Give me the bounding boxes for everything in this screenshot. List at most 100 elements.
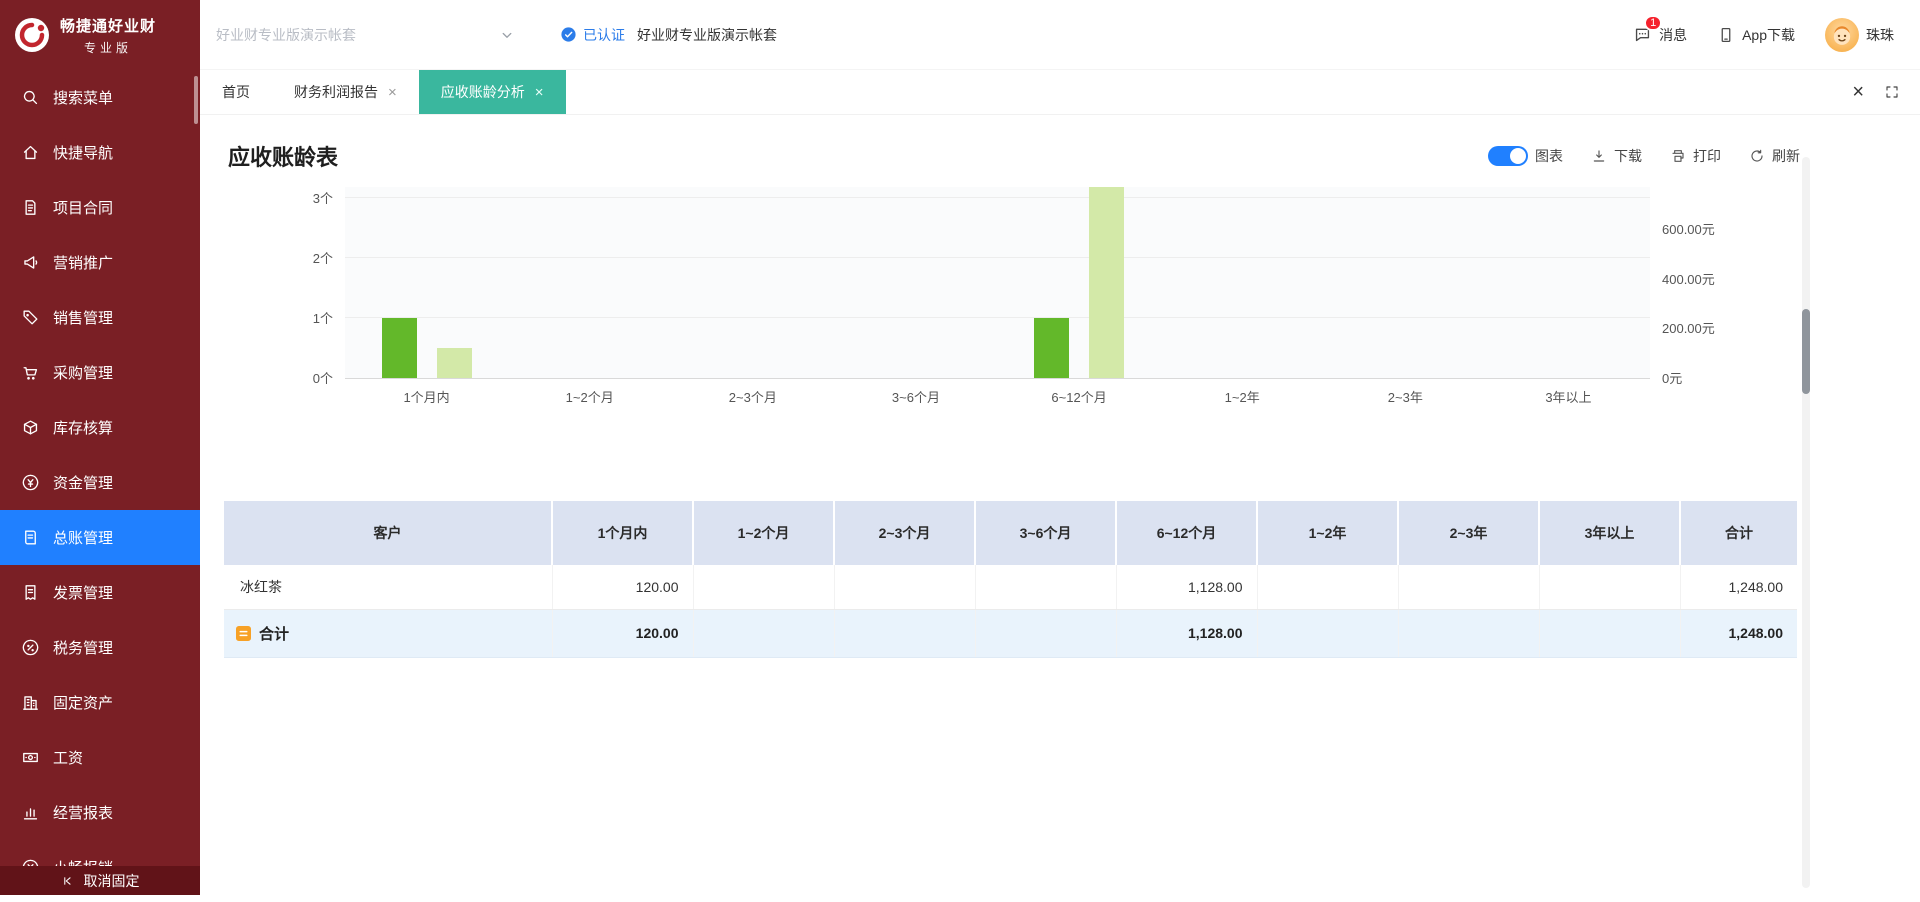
sidebar-scrollbar[interactable] <box>194 76 198 124</box>
topbar: 好业财专业版演示帐套 已认证 好业财专业版演示帐套 1 消息 App下载 珠珠 <box>200 0 1920 70</box>
tax-icon <box>22 639 39 656</box>
chart-category-slot <box>508 187 671 378</box>
sidebar-item-label: 固定资产 <box>53 695 114 712</box>
close-tab-icon[interactable]: × <box>388 85 397 100</box>
chart-category-slot <box>1324 187 1487 378</box>
table-header-cell: 1个月内 <box>552 501 694 565</box>
tab-actions: × <box>1852 70 1920 114</box>
x-axis-label: 1~2个月 <box>565 390 614 405</box>
sidebar-item-ledger[interactable]: 总账管理 <box>0 510 200 565</box>
collapse-left-icon <box>63 876 71 885</box>
phone-icon <box>1721 27 1731 42</box>
value-cell <box>1257 565 1399 610</box>
tab-list: 首页 财务利润报告 × 应收账龄分析 × <box>200 70 566 114</box>
sidebar-item-home[interactable]: 快捷导航 <box>0 125 200 180</box>
unpin-button[interactable]: 取消固定 <box>0 866 200 895</box>
total-value-cell <box>1257 609 1399 658</box>
sidebar-item-label: 税务管理 <box>53 640 114 657</box>
value-cell: 1,128.00 <box>1116 565 1258 610</box>
chart-category-slot <box>998 187 1161 378</box>
report-icon <box>23 808 38 820</box>
tab-label: 财务利润报告 <box>294 84 378 100</box>
logo-text: 畅捷通好业财 专业版 <box>60 15 156 56</box>
content-scrollbar[interactable] <box>1802 157 1810 888</box>
value-cell <box>1398 565 1540 610</box>
sidebar-item-expense[interactable]: 小畅报销 <box>0 840 200 866</box>
sidebar-item-label: 营销推广 <box>53 255 114 272</box>
tab-label: 应收账龄分析 <box>440 84 525 100</box>
tab-应收账龄分析[interactable]: 应收账龄分析 × <box>418 70 566 114</box>
table-header-cell: 客户 <box>224 501 553 565</box>
chart-category-slot <box>345 187 508 378</box>
fullscreen-icon[interactable] <box>1884 84 1900 100</box>
scrollbar-thumb[interactable] <box>1802 309 1810 394</box>
sidebar-item-sales[interactable]: 销售管理 <box>0 290 200 345</box>
chart-category-slot <box>671 187 834 378</box>
sidebar-item-inventory[interactable]: 库存核算 <box>0 400 200 455</box>
logo-icon <box>15 18 49 52</box>
sidebar-item-label: 发票管理 <box>53 585 114 602</box>
aging-chart: 0个 1个 2个 3个 0元 200.00元 400.00元 600.00元 1个月内 1~2… <box>224 187 1760 413</box>
total-row-label: 合计 <box>259 625 290 643</box>
value-cell <box>975 565 1117 610</box>
close-icon[interactable]: × <box>1852 82 1864 102</box>
value-cell <box>834 565 976 610</box>
ledger-icon <box>25 530 36 545</box>
account-name: 好业财专业版演示帐套 <box>637 26 777 43</box>
account-dropdown[interactable]: 好业财专业版演示帐套 <box>216 25 516 45</box>
print-icon <box>1672 150 1684 162</box>
y-axis-left: 0个 1个 2个 3个 <box>224 187 345 386</box>
chart-slots <box>345 187 1650 378</box>
x-axis-label: 6~12个月 <box>1051 390 1107 405</box>
sidebar-item-purchase[interactable]: 采购管理 <box>0 345 200 400</box>
page-title: 应收账龄表 <box>228 145 339 170</box>
payroll-icon <box>23 752 38 763</box>
sidebar-item-payroll[interactable]: 工资 <box>0 730 200 785</box>
messages-label: 消息 <box>1659 26 1688 43</box>
user-menu[interactable]: 珠珠 <box>1825 17 1894 52</box>
sidebar-item-report[interactable]: 经营报表 <box>0 785 200 840</box>
app-download-button[interactable]: App下载 <box>1717 25 1795 45</box>
value-cell <box>1539 565 1681 610</box>
chart-toggle[interactable] <box>1488 146 1528 166</box>
tab-首页[interactable]: 首页 <box>200 70 272 114</box>
app-download-label: App下载 <box>1742 26 1795 43</box>
tab-财务利润报告[interactable]: 财务利润报告 × <box>272 70 419 114</box>
x-axis-labels: 1个月内 1~2个月 2~3个月 3~6个月 6~12个月 1~2年 2~3年 3年以上 <box>345 387 1650 406</box>
sidebar-item-label: 工资 <box>53 750 84 767</box>
sidebar-item-contract[interactable]: 项目合同 <box>0 180 200 235</box>
refresh-button[interactable]: 刷新 <box>1749 146 1800 166</box>
total-value-cell <box>1398 609 1540 658</box>
close-tab-icon[interactable]: × <box>535 85 544 100</box>
sidebar-item-assets[interactable]: 固定资产 <box>0 675 200 730</box>
assets-icon <box>23 696 38 710</box>
sidebar-item-label: 小畅报销 <box>53 857 113 866</box>
search-icon <box>23 90 38 105</box>
unpin-label: 取消固定 <box>83 872 140 889</box>
table-row[interactable]: 冰红茶 120.00 1,128.00 1,248.00 <box>224 565 1797 610</box>
chart-toggle-control: 图表 <box>1488 146 1563 166</box>
sidebar-item-search[interactable]: 搜索菜单 <box>0 70 200 125</box>
y-axis-tick: 200.00元 <box>1662 321 1715 337</box>
expense-icon <box>22 859 39 866</box>
sidebar-item-tax[interactable]: 税务管理 <box>0 620 200 675</box>
print-button[interactable]: 打印 <box>1670 146 1721 166</box>
app-edition: 专业版 <box>84 40 133 55</box>
sidebar-item-invoice[interactable]: 发票管理 <box>0 565 200 620</box>
value-cell: 120.00 <box>552 565 694 610</box>
refresh-label: 刷新 <box>1772 148 1800 164</box>
tab-bar: 首页 财务利润报告 × 应收账龄分析 × × <box>200 70 1920 115</box>
inventory-icon <box>23 420 38 435</box>
sidebar-bottom-gap <box>0 895 200 902</box>
chart-toggle-label: 图表 <box>1535 148 1563 164</box>
sidebar-item-megaphone[interactable]: 营销推广 <box>0 235 200 290</box>
page-content: 应收账龄表 图表 下载 打印 刷新 0个 1个 2个 3个 0元 200.00元… <box>200 115 1920 902</box>
chart-plot <box>345 187 1650 379</box>
total-value-cell <box>975 609 1117 658</box>
sidebar-item-funds[interactable]: 资金管理 <box>0 455 200 510</box>
table-header-cell: 1~2个月 <box>693 501 835 565</box>
y-axis-tick: 0元 <box>1662 371 1683 386</box>
download-button[interactable]: 下载 <box>1591 146 1642 166</box>
sidebar-item-label: 经营报表 <box>53 805 114 822</box>
messages-button[interactable]: 1 消息 <box>1633 15 1688 45</box>
